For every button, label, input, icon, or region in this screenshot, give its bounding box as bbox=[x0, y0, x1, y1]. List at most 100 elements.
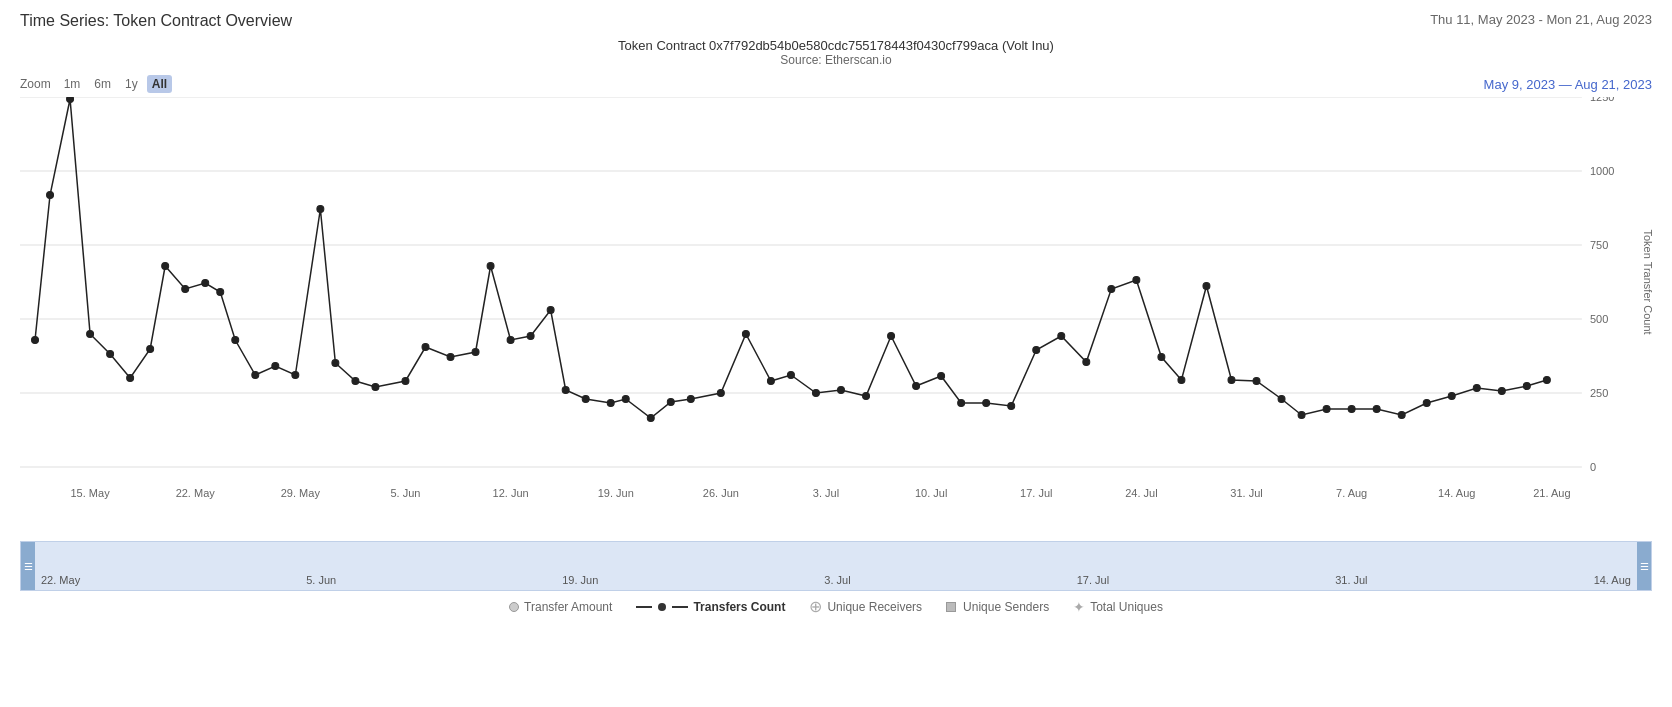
svg-point-66 bbox=[812, 390, 819, 397]
legend-transfers-count: Transfers Count bbox=[636, 600, 785, 614]
nav-left-icon: ☰ bbox=[24, 561, 33, 572]
svg-point-94 bbox=[1498, 388, 1505, 395]
svg-text:29. May: 29. May bbox=[281, 487, 321, 499]
zoom-all[interactable]: All bbox=[147, 75, 172, 93]
svg-point-95 bbox=[1523, 383, 1530, 390]
svg-point-88 bbox=[1348, 406, 1355, 413]
svg-point-36 bbox=[182, 286, 189, 293]
nav-handle-right[interactable]: ☰ bbox=[1637, 542, 1651, 590]
header-date-range: Thu 11, May 2023 - Mon 21, Aug 2023 bbox=[1430, 12, 1652, 27]
svg-point-50 bbox=[472, 349, 479, 356]
svg-point-93 bbox=[1473, 385, 1480, 392]
svg-text:19. Jun: 19. Jun bbox=[598, 487, 634, 499]
nav-handle-left[interactable]: ☰ bbox=[21, 542, 35, 590]
page-title: Time Series: Token Contract Overview bbox=[20, 12, 292, 30]
svg-text:500: 500 bbox=[1590, 313, 1608, 325]
legend-transfers-count-label: Transfers Count bbox=[693, 600, 785, 614]
svg-point-32 bbox=[107, 351, 114, 358]
nav-label-1: 22. May bbox=[41, 574, 80, 586]
legend-transfers-count-dot bbox=[658, 603, 666, 611]
svg-point-71 bbox=[938, 373, 945, 380]
svg-text:21. Aug: 21. Aug bbox=[1533, 487, 1570, 499]
svg-point-62 bbox=[717, 390, 724, 397]
legend-transfer-amount-label: Transfer Amount bbox=[524, 600, 612, 614]
svg-point-73 bbox=[983, 400, 990, 407]
page-container: Time Series: Token Contract Overview Thu… bbox=[0, 0, 1672, 707]
legend: Transfer Amount Transfers Count ⊕ Unique… bbox=[0, 591, 1672, 619]
svg-text:7. Aug: 7. Aug bbox=[1336, 487, 1367, 499]
svg-point-65 bbox=[787, 372, 794, 379]
header: Time Series: Token Contract Overview Thu… bbox=[0, 0, 1672, 30]
nav-right-icon: ☰ bbox=[1640, 561, 1649, 572]
svg-point-96 bbox=[1543, 377, 1550, 384]
legend-unique-senders-icon bbox=[946, 602, 956, 612]
svg-text:14. Aug: 14. Aug bbox=[1438, 487, 1475, 499]
svg-point-31 bbox=[87, 331, 94, 338]
chart-title-source: Source: Etherscan.io bbox=[0, 53, 1672, 67]
legend-total-uniques-label: Total Uniques bbox=[1090, 600, 1163, 614]
nav-label-7: 14. Aug bbox=[1594, 574, 1631, 586]
svg-point-46 bbox=[372, 384, 379, 391]
chart-date-range: May 9, 2023 — Aug 21, 2023 bbox=[1484, 77, 1652, 92]
svg-point-57 bbox=[607, 400, 614, 407]
svg-point-33 bbox=[127, 375, 134, 382]
svg-point-44 bbox=[332, 360, 339, 367]
svg-point-29 bbox=[47, 192, 54, 199]
svg-point-76 bbox=[1058, 333, 1065, 340]
chart-title-block: Token Contract 0x7f792db54b0e580cdc75517… bbox=[0, 38, 1672, 67]
svg-point-72 bbox=[958, 400, 965, 407]
navigator-wrapper: ☰ ☰ 22. May 5. Jun 19. Jun 3. Jul 17. Ju… bbox=[20, 541, 1652, 591]
svg-point-92 bbox=[1448, 393, 1455, 400]
svg-point-54 bbox=[547, 307, 554, 314]
zoom-1y[interactable]: 1y bbox=[120, 75, 143, 93]
svg-point-28 bbox=[32, 337, 39, 344]
svg-point-82 bbox=[1203, 283, 1210, 290]
svg-point-51 bbox=[487, 263, 494, 270]
svg-text:3. Jul: 3. Jul bbox=[813, 487, 839, 499]
svg-point-40 bbox=[252, 372, 259, 379]
legend-transfer-amount: Transfer Amount bbox=[509, 600, 612, 614]
svg-point-35 bbox=[162, 263, 169, 270]
svg-point-90 bbox=[1398, 412, 1405, 419]
zoom-1m[interactable]: 1m bbox=[59, 75, 86, 93]
svg-text:12. Jun: 12. Jun bbox=[493, 487, 529, 499]
svg-point-47 bbox=[402, 378, 409, 385]
zoom-label: Zoom bbox=[20, 77, 51, 91]
chart-wrapper: 0 250 500 750 1000 1250 Token Transfer C… bbox=[20, 97, 1652, 537]
svg-point-75 bbox=[1033, 347, 1040, 354]
legend-unique-senders-label: Unique Senders bbox=[963, 600, 1049, 614]
svg-point-89 bbox=[1373, 406, 1380, 413]
chart-title-main: Token Contract 0x7f792db54b0e580cdc75517… bbox=[0, 38, 1672, 53]
svg-text:5. Jun: 5. Jun bbox=[390, 487, 420, 499]
svg-point-55 bbox=[562, 387, 569, 394]
svg-point-91 bbox=[1423, 400, 1430, 407]
main-chart: 0 250 500 750 1000 1250 Token Transfer C… bbox=[20, 97, 1652, 537]
svg-point-53 bbox=[527, 333, 534, 340]
svg-point-39 bbox=[232, 337, 239, 344]
svg-point-56 bbox=[582, 396, 589, 403]
legend-total-uniques-icon: ✦ bbox=[1073, 600, 1085, 614]
legend-unique-senders: Unique Senders bbox=[946, 600, 1049, 614]
nav-label-6: 31. Jul bbox=[1335, 574, 1367, 586]
svg-text:0: 0 bbox=[1590, 461, 1596, 473]
svg-point-64 bbox=[767, 378, 774, 385]
svg-point-61 bbox=[687, 396, 694, 403]
nav-label-3: 19. Jun bbox=[562, 574, 598, 586]
svg-point-37 bbox=[202, 280, 209, 287]
svg-text:15. May: 15. May bbox=[71, 487, 111, 499]
svg-point-38 bbox=[217, 289, 224, 296]
svg-point-52 bbox=[507, 337, 514, 344]
svg-point-87 bbox=[1323, 406, 1330, 413]
svg-point-74 bbox=[1008, 403, 1015, 410]
svg-text:22. May: 22. May bbox=[176, 487, 216, 499]
svg-point-42 bbox=[292, 372, 299, 379]
svg-point-84 bbox=[1253, 378, 1260, 385]
nav-label-4: 3. Jul bbox=[824, 574, 850, 586]
svg-point-85 bbox=[1278, 396, 1285, 403]
nav-label-2: 5. Jun bbox=[306, 574, 336, 586]
legend-unique-receivers: ⊕ Unique Receivers bbox=[809, 599, 922, 615]
legend-transfer-amount-icon bbox=[509, 602, 519, 612]
svg-point-81 bbox=[1178, 377, 1185, 384]
zoom-6m[interactable]: 6m bbox=[89, 75, 116, 93]
svg-point-41 bbox=[272, 363, 279, 370]
